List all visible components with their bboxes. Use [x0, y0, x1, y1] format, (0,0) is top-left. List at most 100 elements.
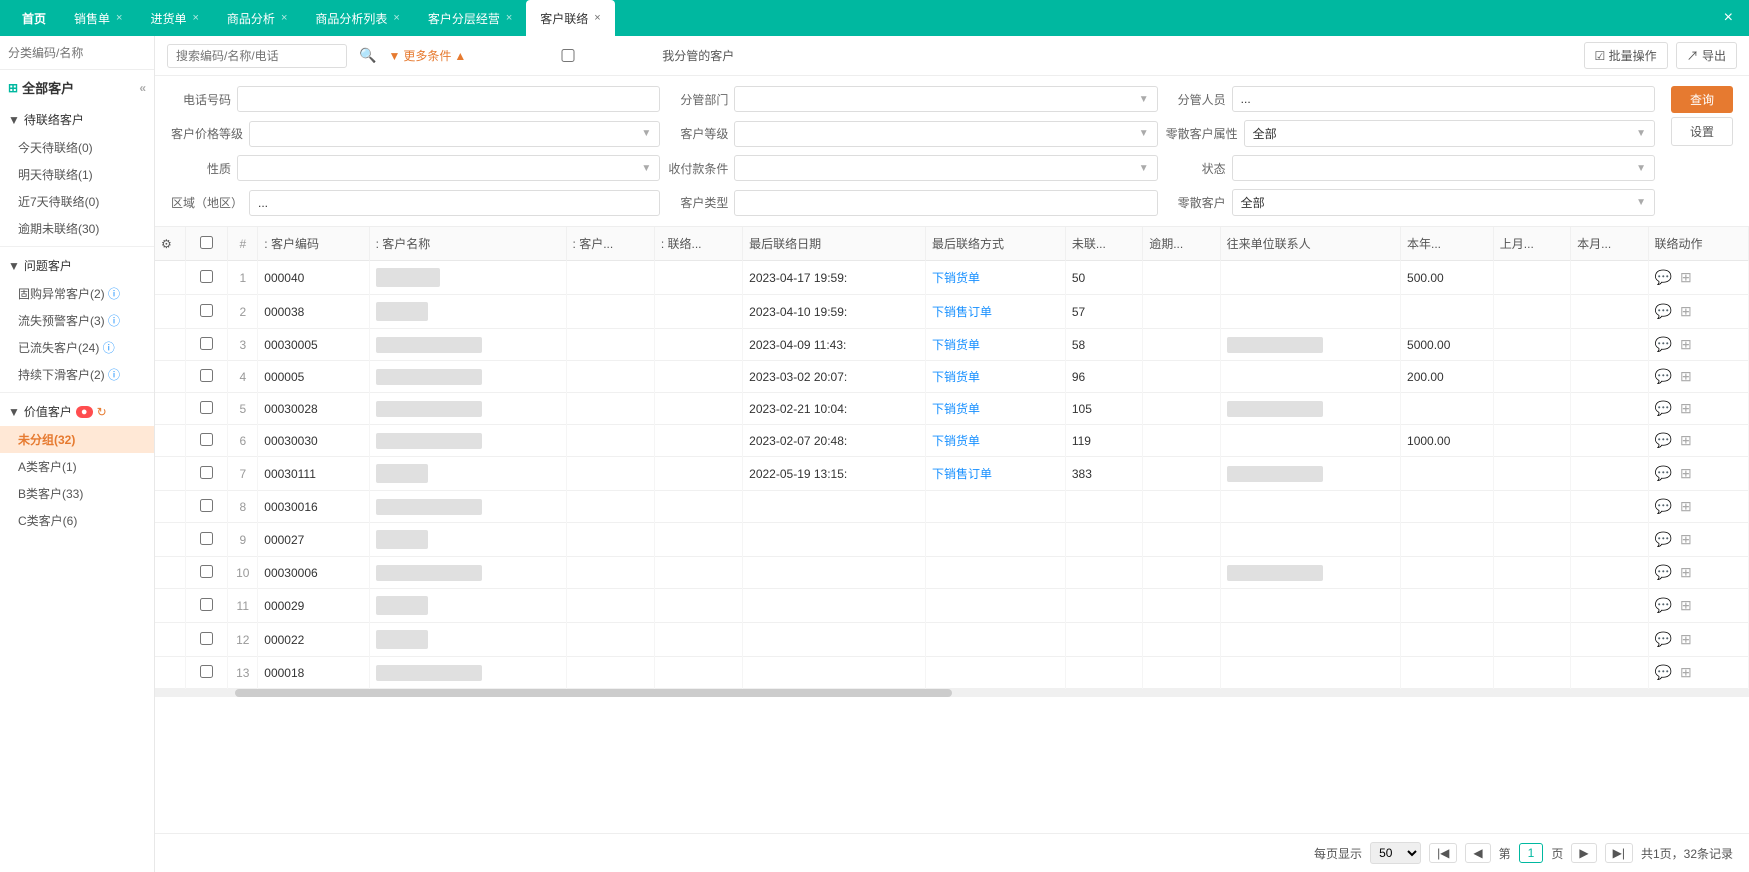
row-checkbox-cell[interactable] [185, 657, 228, 689]
last-way-link[interactable]: 下销货单 [932, 271, 980, 285]
sidebar-item-tomorrow[interactable]: 明天待联络(1) [0, 161, 154, 188]
chat-icon[interactable]: 💬 [1655, 368, 1672, 385]
more-action-icon[interactable]: ⊞ [1680, 465, 1692, 482]
last-way-link[interactable]: 下销货单 [932, 338, 980, 352]
row-checkbox[interactable] [200, 532, 213, 545]
row-checkbox[interactable] [200, 466, 213, 479]
row-checkbox-cell[interactable] [185, 425, 228, 457]
row-checkbox-cell[interactable] [185, 295, 228, 329]
more-action-icon[interactable]: ⊞ [1680, 498, 1692, 515]
current-page[interactable]: 1 [1519, 843, 1544, 863]
prev-page-button[interactable]: ◀ [1465, 843, 1490, 863]
close-purchase-icon[interactable]: × [192, 12, 198, 24]
row-checkbox[interactable] [200, 304, 213, 317]
dropping-info-icon[interactable]: ⓘ [108, 368, 120, 382]
close-sales-icon[interactable]: × [116, 12, 122, 24]
more-action-icon[interactable]: ⊞ [1680, 303, 1692, 320]
settings-button[interactable]: 设置 [1671, 117, 1733, 146]
row-checkbox-cell[interactable] [185, 623, 228, 657]
sidebar-item-a-class[interactable]: A类客户(1) [0, 453, 154, 480]
window-close-button[interactable]: × [1716, 9, 1741, 27]
sidebar-item-churn-risk[interactable]: 流失预警客户(3) ⓘ [0, 307, 154, 334]
more-action-icon[interactable]: ⊞ [1680, 531, 1692, 548]
sidebar-collapse-icon[interactable]: « [139, 81, 146, 95]
row-checkbox[interactable] [200, 401, 213, 414]
last-way-link[interactable]: 下销货单 [932, 434, 980, 448]
more-action-icon[interactable]: ⊞ [1680, 597, 1692, 614]
sidebar-item-b-class[interactable]: B类客户(33) [0, 480, 154, 507]
sidebar-item-abnormal[interactable]: 固购异常客户(2) ⓘ [0, 280, 154, 307]
row-checkbox-cell[interactable] [185, 329, 228, 361]
filter-scatter-attr-select[interactable]: 全部 ▼ [1244, 120, 1655, 147]
row-checkbox-cell[interactable] [185, 589, 228, 623]
filter-price-grade-select[interactable]: ▼ [249, 121, 660, 147]
filter-grade-select[interactable]: ▼ [734, 121, 1157, 147]
more-action-icon[interactable]: ⊞ [1680, 432, 1692, 449]
search-button[interactable]: 🔍 [359, 47, 376, 64]
close-product-list-icon[interactable]: × [393, 12, 399, 24]
close-product-analysis-icon[interactable]: × [281, 12, 287, 24]
nav-sales[interactable]: 销售单 × [60, 0, 136, 36]
chat-icon[interactable]: 💬 [1655, 531, 1672, 548]
row-checkbox[interactable] [200, 665, 213, 678]
more-action-icon[interactable]: ⊞ [1680, 400, 1692, 417]
lost-info-icon[interactable]: ⓘ [103, 341, 115, 355]
row-checkbox-cell[interactable] [185, 523, 228, 557]
last-way-link[interactable]: 下销售订单 [932, 467, 992, 481]
nav-purchase[interactable]: 进货单 × [136, 0, 212, 36]
nav-product-analysis[interactable]: 商品分析 × [213, 0, 301, 36]
filter-phone-input[interactable] [237, 86, 660, 112]
nav-home[interactable]: 首页 [8, 0, 60, 36]
row-checkbox[interactable] [200, 433, 213, 446]
my-customers-checkbox[interactable]: 我分管的客户 [478, 47, 734, 64]
chat-icon[interactable]: 💬 [1655, 336, 1672, 353]
sidebar-all-customers[interactable]: ⊞ 全部客户 « [0, 70, 154, 105]
nav-customer-contact[interactable]: 客户联络 × [526, 0, 614, 36]
nav-product-list[interactable]: 商品分析列表 × [301, 0, 413, 36]
next-page-button[interactable]: ▶ [1571, 843, 1596, 863]
filter-dept-select[interactable]: ▼ [734, 86, 1157, 112]
row-checkbox[interactable] [200, 565, 213, 578]
horizontal-scrollbar[interactable] [155, 689, 1749, 697]
last-way-link[interactable]: 下销货单 [932, 370, 980, 384]
chat-icon[interactable]: 💬 [1655, 432, 1672, 449]
sidebar-item-today[interactable]: 今天待联络(0) [0, 134, 154, 161]
more-action-icon[interactable]: ⊞ [1680, 336, 1692, 353]
filter-region-select[interactable]: ... [249, 190, 660, 216]
filter-person-select[interactable]: ... [1232, 86, 1655, 112]
more-action-icon[interactable]: ⊞ [1680, 664, 1692, 681]
row-checkbox[interactable] [200, 598, 213, 611]
row-checkbox[interactable] [200, 337, 213, 350]
sidebar-item-lost[interactable]: 已流失客户(24) ⓘ [0, 334, 154, 361]
sidebar-group-problem[interactable]: ▼ 问题客户 [0, 251, 154, 280]
select-all-checkbox[interactable] [200, 236, 213, 249]
row-checkbox-cell[interactable] [185, 261, 228, 295]
chat-icon[interactable]: 💬 [1655, 664, 1672, 681]
row-checkbox[interactable] [200, 632, 213, 645]
churn-risk-info-icon[interactable]: ⓘ [108, 314, 120, 328]
more-filters-button[interactable]: ▼ 更多条件 ▲ [388, 47, 466, 64]
close-customer-tier-icon[interactable]: × [506, 12, 512, 24]
more-action-icon[interactable]: ⊞ [1680, 564, 1692, 581]
row-checkbox-cell[interactable] [185, 557, 228, 589]
sidebar-item-dropping[interactable]: 持续下滑客户(2) ⓘ [0, 361, 154, 388]
refresh-icon[interactable]: ↻ [97, 405, 107, 419]
chat-icon[interactable]: 💬 [1655, 498, 1672, 515]
sidebar-item-overdue[interactable]: 逾期未联络(30) [0, 215, 154, 242]
scrollbar-thumb[interactable] [235, 689, 952, 697]
filter-scatter-customer-select[interactable]: 全部 ▼ [1232, 189, 1655, 216]
query-button[interactable]: 查询 [1671, 86, 1733, 113]
filter-status-select[interactable]: ▼ [1232, 155, 1655, 181]
chat-icon[interactable]: 💬 [1655, 269, 1672, 286]
row-checkbox-cell[interactable] [185, 457, 228, 491]
col-checkbox[interactable] [185, 227, 228, 261]
last-page-button[interactable]: ▶| [1605, 843, 1633, 863]
my-customers-check[interactable] [478, 49, 658, 62]
sidebar-group-value[interactable]: ▼ 价值客户 ● ↻ [0, 397, 154, 426]
row-checkbox-cell[interactable] [185, 361, 228, 393]
chat-icon[interactable]: 💬 [1655, 631, 1672, 648]
filter-payment-select[interactable]: ▼ [734, 155, 1157, 181]
sidebar-item-week[interactable]: 近7天待联络(0) [0, 188, 154, 215]
abnormal-info-icon[interactable]: ⓘ [108, 287, 120, 301]
row-checkbox[interactable] [200, 270, 213, 283]
